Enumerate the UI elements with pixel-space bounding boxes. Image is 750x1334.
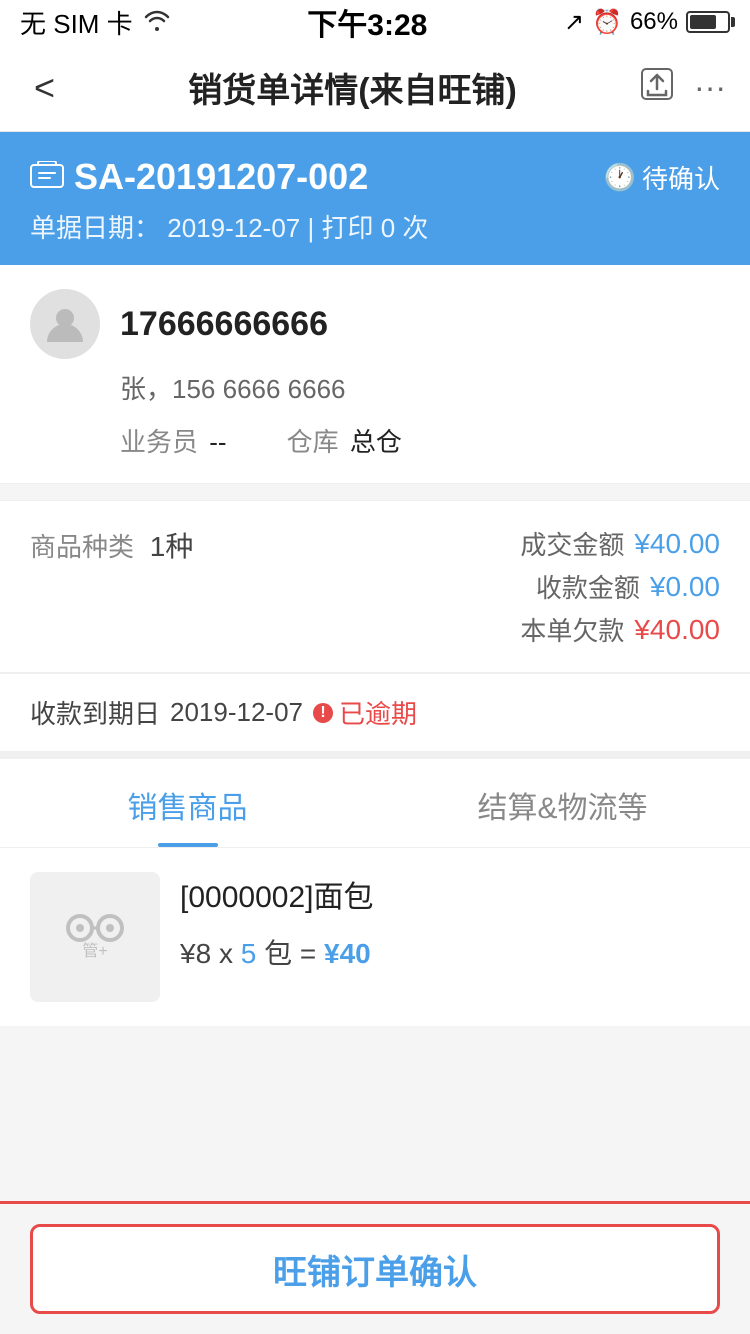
logo-eyes: 管+ bbox=[60, 906, 130, 969]
print-suffix: 次 bbox=[402, 213, 428, 243]
summary-section: 商品种类 1种 成交金额 ¥40.00 收款金额 ¥0.00 本单欠款 ¥40.… bbox=[0, 500, 750, 673]
salesperson-label: 业务员 bbox=[120, 427, 198, 457]
more-button[interactable]: ··· bbox=[694, 69, 726, 106]
equals-sign: = bbox=[300, 938, 324, 969]
balance-label: 本单欠款 bbox=[520, 611, 624, 648]
status-bar: 无 SIM 卡 下午3:28 ↗ ⏰ 66% bbox=[0, 0, 750, 44]
overdue-text: 已逾期 bbox=[339, 694, 417, 731]
balance-row: 本单欠款 ¥40.00 bbox=[520, 611, 720, 648]
confirm-order-button[interactable]: 旺铺订单确认 bbox=[30, 1224, 720, 1314]
due-date: 2019-12-07 bbox=[170, 697, 303, 728]
received-row: 收款金额 ¥0.00 bbox=[536, 568, 720, 605]
order-status: 🕐 待确认 bbox=[604, 159, 720, 196]
product-type-value: 1种 bbox=[150, 531, 194, 562]
nav-actions: ··· bbox=[640, 67, 726, 109]
customer-name: 张，156 6666 6666 bbox=[120, 369, 720, 406]
qty-value: 5 bbox=[241, 938, 257, 969]
status-time: 下午3:28 bbox=[307, 0, 427, 44]
order-id-text: SA-20191207-002 bbox=[74, 156, 368, 198]
product-type-label: 商品种类 bbox=[30, 532, 134, 562]
received-value: ¥0.00 bbox=[650, 571, 720, 603]
tab-sales[interactable]: 销售商品 bbox=[0, 759, 375, 847]
warehouse-value: 总仓 bbox=[350, 427, 402, 457]
tabs-section: 销售商品 结算&物流等 bbox=[0, 759, 750, 848]
battery-label: 66% bbox=[630, 8, 678, 36]
alarm-icon: ⏰ bbox=[592, 8, 622, 37]
share-button[interactable] bbox=[640, 67, 674, 109]
unit-label: 包 bbox=[264, 938, 292, 969]
footer-area: 旺铺订单确认 bbox=[0, 1201, 750, 1334]
customer-phone: 17666666666 bbox=[120, 305, 328, 344]
balance-value: ¥40.00 bbox=[634, 614, 720, 646]
product-name: [0000002]面包 bbox=[180, 872, 720, 916]
warehouse-label: 仓库 bbox=[287, 427, 339, 457]
due-label: 收款到期日 bbox=[30, 694, 160, 731]
amounts-area: 成交金额 ¥40.00 收款金额 ¥0.00 本单欠款 ¥40.00 bbox=[520, 525, 720, 648]
status-left: 无 SIM 卡 bbox=[20, 4, 171, 41]
amount-value: ¥40.00 bbox=[634, 528, 720, 560]
tab-settle[interactable]: 结算&物流等 bbox=[375, 759, 750, 847]
carrier-label: 无 SIM 卡 bbox=[20, 4, 133, 41]
warehouse-row: 仓库 总仓 bbox=[287, 422, 402, 459]
customer-section: 17666666666 张，156 6666 6666 业务员 -- 仓库 总仓 bbox=[0, 265, 750, 484]
tab-settle-label: 结算&物流等 bbox=[477, 792, 647, 825]
order-date: 2019-12-07 bbox=[167, 213, 300, 243]
tab-sales-label: 销售商品 bbox=[128, 792, 248, 825]
nav-bar: < 销货单详情(来自旺铺) ··· bbox=[0, 44, 750, 132]
total-value: ¥40 bbox=[324, 938, 371, 969]
battery-icon bbox=[686, 11, 730, 33]
date-label: 单据日期： bbox=[30, 213, 160, 243]
amount-row: 成交金额 ¥40.00 bbox=[520, 525, 720, 562]
order-icon bbox=[30, 156, 64, 198]
tab-active-indicator bbox=[158, 843, 218, 847]
amount-label: 成交金额 bbox=[520, 525, 624, 562]
wifi-icon bbox=[143, 7, 171, 38]
due-section: 收款到期日 2019-12-07 ! 已逾期 bbox=[0, 673, 750, 759]
location-icon: ↗ bbox=[564, 8, 584, 37]
salesperson-value: -- bbox=[209, 427, 226, 457]
received-label: 收款金额 bbox=[536, 568, 640, 605]
product-section: 管+ [0000002]面包 ¥8 x 5 包 = ¥40 bbox=[0, 848, 750, 1026]
salesperson-row: 业务员 -- bbox=[120, 422, 227, 459]
multiply-sign: x bbox=[219, 938, 241, 969]
status-text: 待确认 bbox=[642, 159, 720, 196]
svg-text:管+: 管+ bbox=[82, 942, 107, 960]
product-type-area: 商品种类 1种 bbox=[30, 525, 193, 565]
back-button[interactable]: < bbox=[24, 57, 65, 119]
print-count: 0 bbox=[381, 213, 395, 243]
order-date-row: 单据日期： 2019-12-07 | 打印 0 次 bbox=[30, 208, 720, 245]
page-title: 销货单详情(来自旺铺) bbox=[65, 63, 640, 112]
overdue-icon: ! bbox=[313, 703, 333, 723]
product-price: ¥8 x 5 包 = ¥40 bbox=[180, 932, 720, 972]
status-right: ↗ ⏰ 66% bbox=[564, 8, 730, 37]
order-header: SA-20191207-002 🕐 待确认 单据日期： 2019-12-07 |… bbox=[0, 132, 750, 265]
product-info: [0000002]面包 ¥8 x 5 包 = ¥40 bbox=[180, 872, 720, 972]
order-id-row: SA-20191207-002 bbox=[30, 156, 368, 198]
overdue-badge: ! 已逾期 bbox=[313, 694, 417, 731]
customer-avatar bbox=[30, 289, 100, 359]
clock-icon: 🕐 bbox=[604, 162, 636, 193]
print-label: | 打印 bbox=[307, 213, 380, 243]
product-thumbnail: 管+ bbox=[30, 872, 160, 1002]
price-unit: ¥8 bbox=[180, 938, 211, 969]
customer-meta: 业务员 -- 仓库 总仓 bbox=[120, 422, 720, 459]
